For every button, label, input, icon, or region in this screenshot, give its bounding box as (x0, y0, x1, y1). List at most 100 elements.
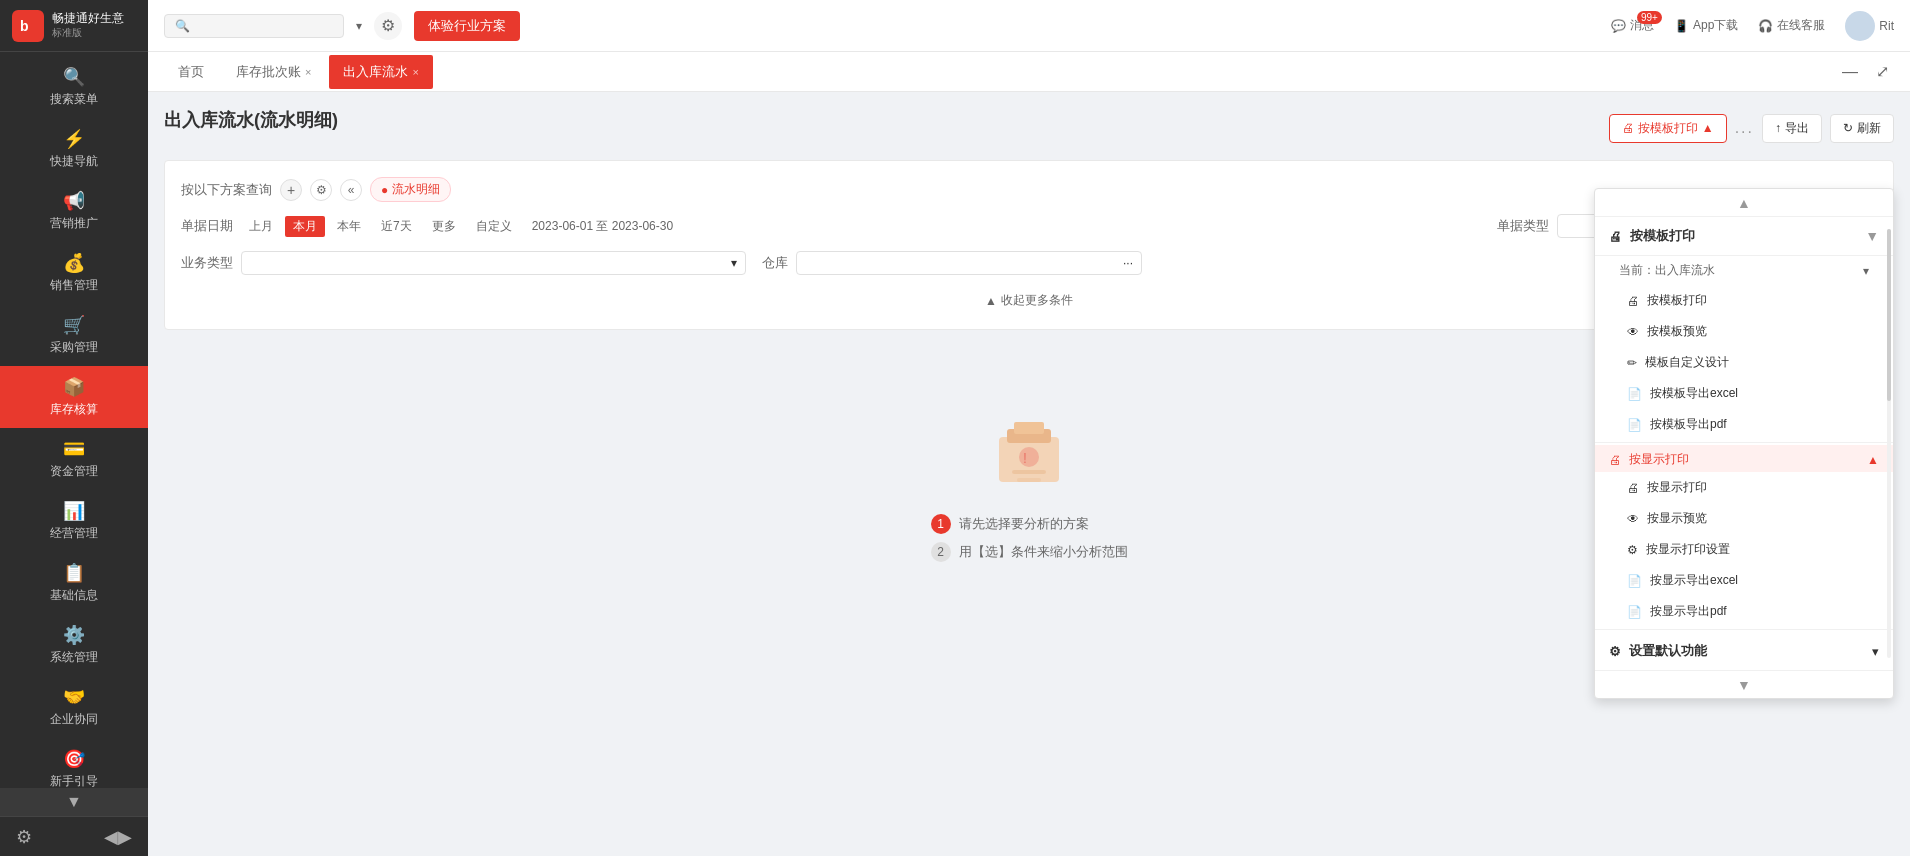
sidebar-item-inventory[interactable]: 📦 库存核算 (0, 366, 148, 428)
message-btn[interactable]: 💬 消息 99+ (1611, 17, 1654, 34)
dropdown-item-template-custom[interactable]: ✏ 模板自定义设计 (1595, 347, 1893, 378)
headset-icon: 🎧 (1758, 19, 1773, 33)
user-menu[interactable]: Rit (1845, 11, 1894, 41)
tab-minimize-btn[interactable]: — (1838, 60, 1862, 84)
sidebar-item-label: 经营管理 (50, 525, 98, 542)
industry-solution-btn[interactable]: 体验行业方案 (414, 11, 520, 41)
sidebar-item-label: 搜索菜单 (50, 91, 98, 108)
enterprise-icon: 🤝 (63, 686, 85, 708)
sidebar-item-finance[interactable]: 💳 资金管理 (0, 428, 148, 490)
printer-dropdown-icon: 🖨 (1609, 229, 1622, 244)
dropdown-title-text: 按模板打印 (1630, 227, 1695, 245)
tab-batch-account-close[interactable]: × (305, 66, 311, 78)
template-print-item-label: 按模板打印 (1647, 292, 1707, 309)
filter-warehouse-select[interactable]: ··· (796, 251, 1142, 275)
sidebar-item-basic[interactable]: 📋 基础信息 (0, 552, 148, 614)
finance-icon: 💳 (63, 438, 85, 460)
system-icon: ⚙️ (63, 624, 85, 646)
svg-point-4 (1019, 447, 1039, 467)
tab-batch-account[interactable]: 库存批次账 × (222, 55, 325, 89)
dropdown-item-display-excel[interactable]: 📄 按显示导出excel (1595, 565, 1893, 596)
dropdown-section-template[interactable]: 🖨 按模板打印 ▼ (1595, 217, 1893, 256)
sidebar-scroll-down[interactable]: ▼ (0, 788, 148, 816)
sidebar-item-system[interactable]: ⚙️ 系统管理 (0, 614, 148, 676)
filter-date-label: 单据日期 (181, 217, 233, 235)
online-service-btn[interactable]: 🎧 在线客服 (1758, 17, 1825, 34)
dropdown-scroll-down[interactable]: ▼ (1595, 670, 1893, 698)
sidebar-item-label: 新手引导 (50, 773, 98, 788)
template-excel-item-label: 按模板导出excel (1650, 385, 1738, 402)
dropdown-item-template-pdf[interactable]: 📄 按模板导出pdf (1595, 409, 1893, 440)
dropdown-scroll-up[interactable]: ▲ (1595, 189, 1893, 217)
sidebar-item-search[interactable]: 🔍 搜索菜单 (0, 56, 148, 118)
filter-business-select[interactable]: ▾ (241, 251, 746, 275)
filter-date-field: 单据日期 上月 本月 本年 近7天 更多 自定义 2023-06-01 至 20… (181, 216, 1481, 237)
sidebar-nav: 🔍 搜索菜单 ⚡ 快捷导航 📢 营销推广 💰 销售管理 🛒 采购管理 📦 库存核… (0, 52, 148, 788)
date-option-custom[interactable]: 自定义 (468, 216, 520, 237)
filter-warehouse-label: 仓库 (762, 254, 788, 272)
filter-chip-flow[interactable]: ● 流水明细 (370, 177, 451, 202)
sidebar-item-quick-nav[interactable]: ⚡ 快捷导航 (0, 118, 148, 180)
template-custom-item-label: 模板自定义设计 (1645, 354, 1729, 371)
empty-steps: 1 请先选择要分析的方案 2 用【选】条件来缩小分析范围 (931, 514, 1128, 562)
filter-settings-btn[interactable]: ⚙ (310, 179, 332, 201)
collapse-icon[interactable]: ◀▶ (104, 826, 132, 848)
display-section-arrow: ▲ (1867, 453, 1879, 467)
dropdown-item-template-excel[interactable]: 📄 按模板导出excel (1595, 378, 1893, 409)
filter-add-btn[interactable]: + (280, 179, 302, 201)
dropdown-item-template-print[interactable]: 🖨 按模板打印 (1595, 285, 1893, 316)
display-print-icon: 🖨 (1627, 481, 1639, 495)
app-download-btn[interactable]: 📱 App下载 (1674, 17, 1738, 34)
dropdown-item-template-preview[interactable]: 👁 按模板预览 (1595, 316, 1893, 347)
toolbar-dots[interactable]: ... (1735, 119, 1754, 137)
operations-icon: 📊 (63, 500, 85, 522)
top-toolbar: 🖨 按模板打印 ▲ ... ↑ 导出 ↻ 刷新 (1609, 114, 1894, 143)
step-2-text: 用【选】条件来缩小分析范围 (959, 543, 1128, 561)
header-search[interactable]: 🔍 (164, 14, 344, 38)
tab-maximize-btn[interactable]: ⤢ (1870, 60, 1894, 84)
sidebar-item-sales[interactable]: 💰 销售管理 (0, 242, 148, 304)
header-dropdown[interactable]: ▾ (356, 19, 362, 33)
tab-batch-account-label: 库存批次账 (236, 63, 301, 81)
svg-rect-7 (1017, 478, 1041, 482)
dropdown-scrollbar-thumb[interactable] (1887, 229, 1891, 401)
dropdown-item-display-print[interactable]: 🖨 按显示打印 (1595, 472, 1893, 503)
date-range-display: 2023-06-01 至 2023-06-30 (532, 218, 673, 235)
dropdown-item-display-pdf[interactable]: 📄 按显示导出pdf (1595, 596, 1893, 627)
settings-icon[interactable]: ⚙ (16, 826, 32, 848)
search-input-icon: 🔍 (175, 19, 190, 33)
set-default-arrow: ▾ (1872, 644, 1879, 659)
sidebar-item-guide[interactable]: 🎯 新手引导 (0, 738, 148, 788)
date-option-this-month[interactable]: 本月 (285, 216, 325, 237)
filter-collapse-toggle[interactable]: « (340, 179, 362, 201)
chip-icon: ● (381, 183, 388, 197)
dropdown-item-display-preview[interactable]: 👁 按显示预览 (1595, 503, 1893, 534)
sidebar-item-marketing[interactable]: 📢 营销推广 (0, 180, 148, 242)
user-avatar (1845, 11, 1875, 41)
date-option-last-7-days[interactable]: 近7天 (373, 216, 420, 237)
search-nav-icon: 🔍 (63, 66, 85, 88)
template-preview-item-label: 按模板预览 (1647, 323, 1707, 340)
sidebar-item-operations[interactable]: 📊 经营管理 (0, 490, 148, 552)
tab-inventory-flow[interactable]: 出入库流水 × (329, 55, 432, 89)
dropdown-collapse-arrow[interactable]: ▼ (1865, 228, 1879, 244)
sidebar-item-label: 资金管理 (50, 463, 98, 480)
tab-inventory-flow-close[interactable]: × (412, 66, 418, 78)
refresh-label: 刷新 (1857, 120, 1881, 137)
header-settings-btn[interactable]: ⚙ (374, 12, 402, 40)
date-option-last-month[interactable]: 上月 (241, 216, 281, 237)
dropdown-item-display-print-settings[interactable]: ⚙ 按显示打印设置 (1595, 534, 1893, 565)
quick-nav-icon: ⚡ (63, 128, 85, 150)
dropdown-section-display[interactable]: 🖨 按显示打印 ▲ (1595, 445, 1893, 472)
sidebar-item-enterprise[interactable]: 🤝 企业协同 (0, 676, 148, 738)
sidebar-item-purchase[interactable]: 🛒 采购管理 (0, 304, 148, 366)
filter-business-label: 业务类型 (181, 254, 233, 272)
refresh-btn[interactable]: ↻ 刷新 (1830, 114, 1894, 143)
dropdown-item-set-default[interactable]: ⚙ 设置默认功能 ▾ (1595, 632, 1893, 670)
template-print-btn[interactable]: 🖨 按模板打印 ▲ (1609, 114, 1727, 143)
date-option-more[interactable]: 更多 (424, 216, 464, 237)
export-btn[interactable]: ↑ 导出 (1762, 114, 1822, 143)
date-option-this-year[interactable]: 本年 (329, 216, 369, 237)
empty-illustration: ! (979, 402, 1079, 502)
tab-home[interactable]: 首页 (164, 55, 218, 89)
